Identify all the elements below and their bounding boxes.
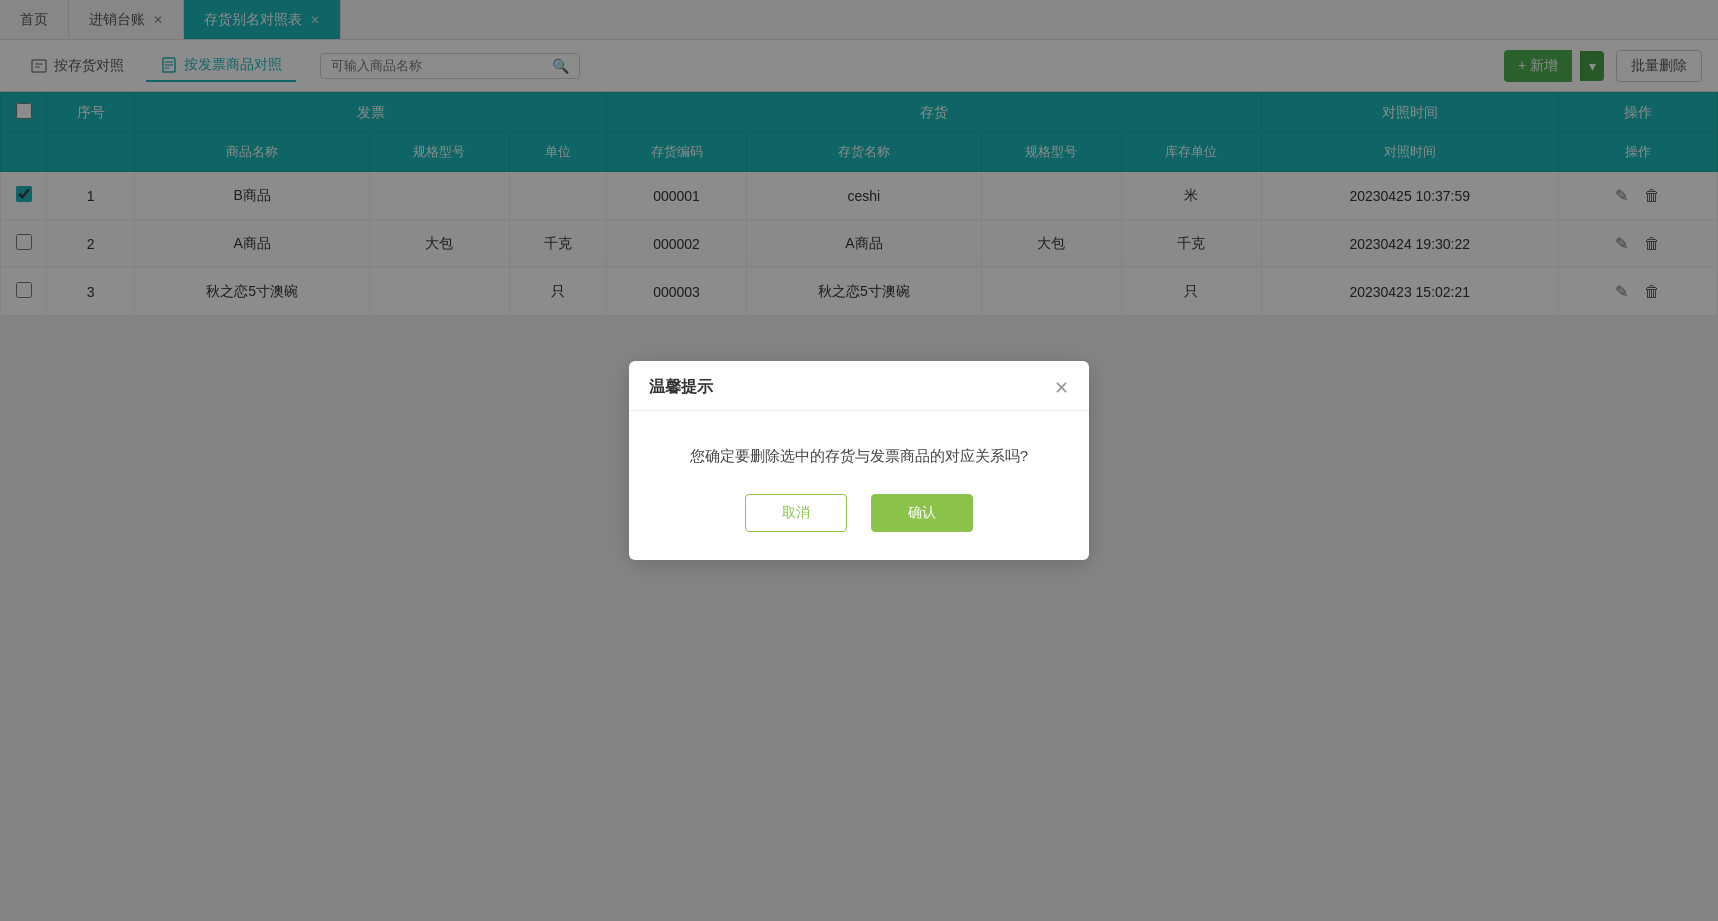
- dialog-overlay: 温馨提示 ✕ 您确定要删除选中的存货与发票商品的对应关系吗? 取消 确认: [0, 0, 1718, 316]
